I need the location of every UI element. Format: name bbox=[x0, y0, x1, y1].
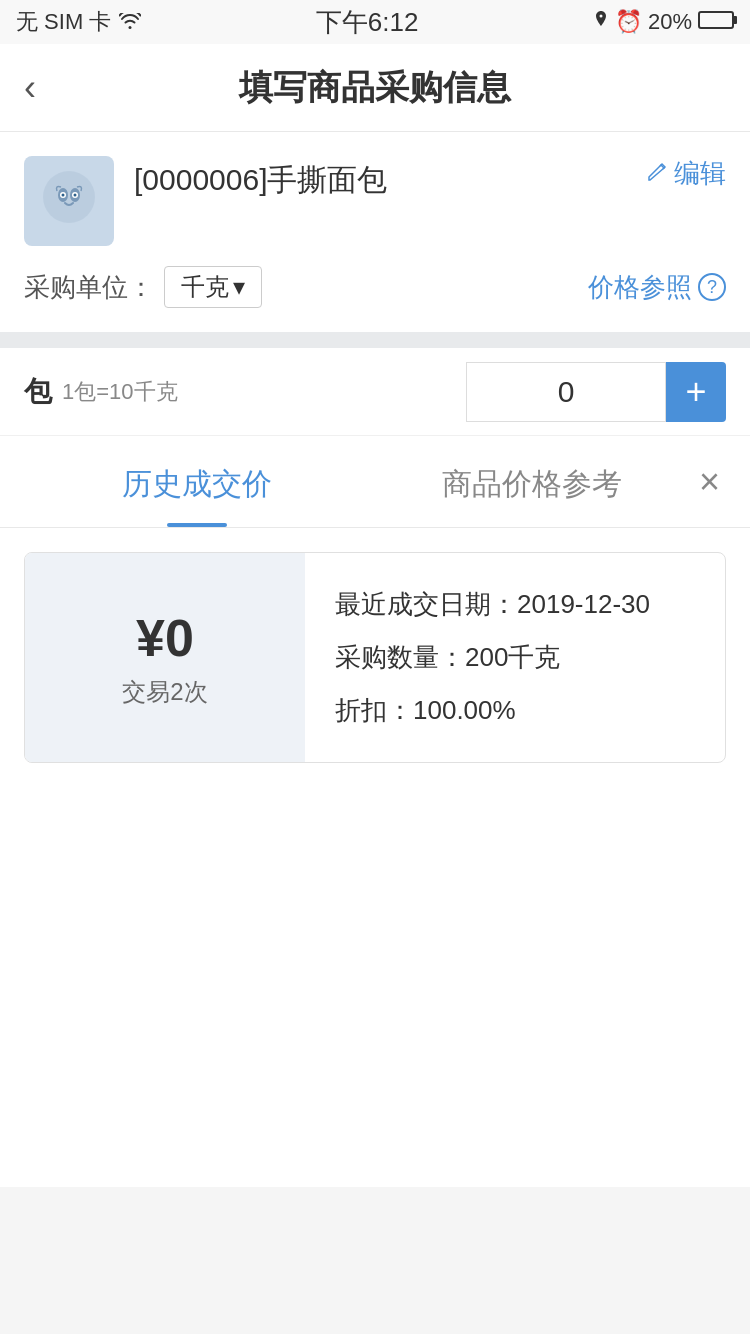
history-discount-label: 折扣： bbox=[335, 695, 413, 725]
alarm-icon: ⏰ bbox=[615, 9, 642, 35]
history-discount-value: 100.00% bbox=[413, 695, 516, 725]
price-ref-button[interactable]: 价格参照 ? bbox=[588, 270, 726, 305]
history-trades: 交易2次 bbox=[122, 676, 207, 708]
battery-icon bbox=[698, 9, 734, 35]
status-left: 无 SIM 卡 bbox=[16, 7, 141, 37]
back-button[interactable]: ‹ bbox=[24, 67, 36, 109]
history-date-label: 最近成交日期： bbox=[335, 589, 517, 619]
history-quantity-value: 200千克 bbox=[465, 642, 560, 672]
history-card: ¥0 交易2次 最近成交日期：2019-12-30 采购数量：200千克 折扣：… bbox=[24, 552, 726, 763]
tab-close-button[interactable]: × bbox=[699, 440, 720, 524]
product-image bbox=[24, 156, 114, 246]
chevron-down-icon: ▾ bbox=[233, 273, 245, 301]
tab-history[interactable]: 历史成交价 bbox=[30, 436, 364, 527]
unit-section: 采购单位： 千克 ▾ bbox=[24, 266, 262, 308]
svg-point-5 bbox=[62, 193, 65, 196]
edit-label: 编辑 bbox=[674, 156, 726, 191]
quantity-row: 包 1包=10千克 + bbox=[0, 348, 750, 436]
help-icon: ? bbox=[698, 273, 726, 301]
svg-point-6 bbox=[74, 193, 77, 196]
product-card: [0000006]手撕面包 编辑 采购单位： 千克 ▾ 价格参照 ? bbox=[0, 132, 750, 332]
battery-percent: 20% bbox=[648, 9, 692, 35]
product-header: [0000006]手撕面包 编辑 bbox=[24, 156, 726, 246]
history-date-row: 最近成交日期：2019-12-30 bbox=[335, 585, 695, 624]
status-bar: 无 SIM 卡 下午6:12 ⏰ 20% bbox=[0, 0, 750, 44]
quantity-label: 包 1包=10千克 bbox=[24, 373, 178, 411]
quantity-controls: + bbox=[466, 362, 726, 422]
nav-bar: ‹ 填写商品采购信息 bbox=[0, 44, 750, 132]
unit-icon: 包 bbox=[24, 373, 52, 411]
quantity-plus-button[interactable]: + bbox=[666, 362, 726, 422]
page-title: 填写商品采购信息 bbox=[239, 65, 511, 111]
tabs-section: 历史成交价 商品价格参考 × ¥0 交易2次 最近成交日期：2019-12-30… bbox=[0, 436, 750, 787]
svg-point-0 bbox=[43, 171, 95, 223]
product-name: [0000006]手撕面包 bbox=[134, 156, 387, 201]
history-card-right: 最近成交日期：2019-12-30 采购数量：200千克 折扣：100.00% bbox=[305, 553, 725, 762]
status-time: 下午6:12 bbox=[316, 5, 419, 40]
unit-text: 采购单位： bbox=[24, 270, 154, 305]
tab-history-label: 历史成交价 bbox=[122, 467, 272, 500]
history-quantity-row: 采购数量：200千克 bbox=[335, 638, 695, 677]
unit-select[interactable]: 千克 ▾ bbox=[164, 266, 262, 308]
status-right: ⏰ 20% bbox=[593, 9, 734, 35]
bottom-area bbox=[0, 787, 750, 1187]
wifi-icon bbox=[119, 9, 141, 35]
section-divider bbox=[0, 332, 750, 348]
history-date-value: 2019-12-30 bbox=[517, 589, 650, 619]
tabs-header: 历史成交价 商品价格参考 × bbox=[0, 436, 750, 528]
history-price: ¥0 bbox=[136, 608, 194, 668]
product-left: [0000006]手撕面包 bbox=[24, 156, 387, 246]
location-icon bbox=[593, 9, 609, 35]
history-card-left: ¥0 交易2次 bbox=[25, 553, 305, 762]
product-logo bbox=[41, 169, 97, 234]
unit-value: 千克 bbox=[181, 271, 229, 303]
sim-label: 无 SIM 卡 bbox=[16, 7, 111, 37]
product-footer: 采购单位： 千克 ▾ 价格参照 ? bbox=[24, 266, 726, 308]
history-discount-row: 折扣：100.00% bbox=[335, 691, 695, 730]
history-content: ¥0 交易2次 最近成交日期：2019-12-30 采购数量：200千克 折扣：… bbox=[0, 528, 750, 787]
edit-button[interactable]: 编辑 bbox=[646, 156, 726, 191]
tab-price-ref[interactable]: 商品价格参考 bbox=[364, 436, 698, 527]
history-quantity-label: 采购数量： bbox=[335, 642, 465, 672]
unit-equiv: 1包=10千克 bbox=[62, 377, 178, 407]
tab-price-ref-label: 商品价格参考 bbox=[442, 467, 622, 500]
quantity-input[interactable] bbox=[466, 362, 666, 422]
edit-icon bbox=[646, 158, 668, 189]
price-ref-label: 价格参照 bbox=[588, 270, 692, 305]
